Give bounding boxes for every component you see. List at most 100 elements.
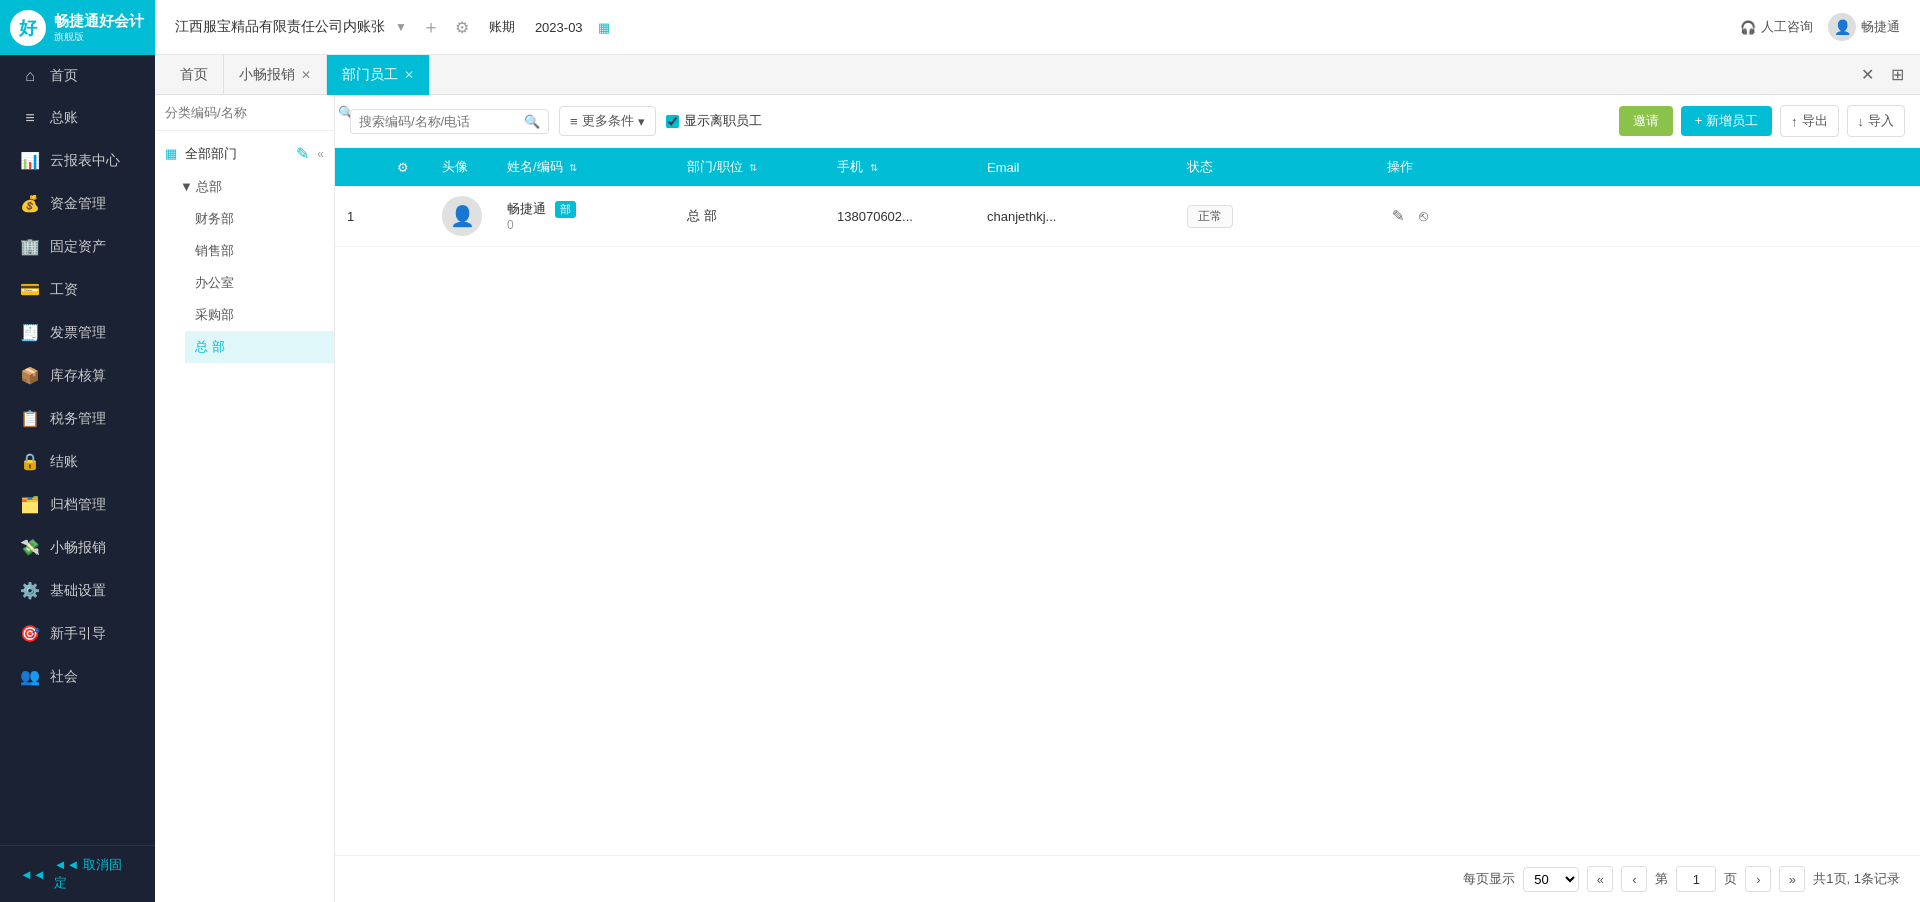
dept-node-label: 办公室 [195, 275, 234, 290]
add-employee-button[interactable]: + 新增员工 [1681, 106, 1772, 136]
edit-button[interactable]: ✎ [1387, 204, 1410, 228]
employee-tag: 部 [555, 201, 576, 218]
assets-icon: 🏢 [20, 237, 40, 256]
export-button[interactable]: ↑ 导出 [1780, 105, 1839, 137]
user-button[interactable]: 👤 畅捷通 [1828, 13, 1900, 41]
sidebar-item-label: 新手引导 [50, 625, 106, 643]
company-settings-icon[interactable]: ⚙ [455, 18, 469, 37]
sidebar-item-ledger[interactable]: ≡ 总账 [0, 97, 155, 139]
col-dept[interactable]: 部门/职位 ⇅ [675, 148, 825, 186]
prev-page-button[interactable]: ‹ [1621, 866, 1647, 892]
dept-node-general[interactable]: 总 部 [185, 331, 334, 363]
row-phone: 138070602... [825, 186, 975, 247]
settings-icon: ⚙️ [20, 581, 40, 600]
employee-code: 0 [507, 218, 663, 232]
calendar-icon[interactable]: ▦ [598, 20, 610, 35]
next-page-button[interactable]: › [1745, 866, 1771, 892]
per-page-select[interactable]: 50 100 200 [1523, 867, 1579, 892]
toolbar-right: 邀请 + 新增员工 ↑ 导出 ↓ 导入 [1619, 105, 1905, 137]
sidebar-item-funds[interactable]: 💰 资金管理 [0, 182, 155, 225]
support-button[interactable]: 🎧 人工咨询 [1740, 18, 1813, 36]
sidebar-item-more[interactable]: 👥 社会 [0, 655, 155, 698]
tab-home[interactable]: 首页 [165, 55, 224, 95]
show-resigned-checkbox[interactable] [666, 115, 679, 128]
row-num: 1 [335, 186, 385, 247]
first-page-button[interactable]: « [1587, 866, 1613, 892]
dept-node-sales[interactable]: 销售部 [185, 235, 334, 267]
tab-employees-close[interactable]: ✕ [404, 68, 414, 82]
sidebar-item-label: 发票管理 [50, 324, 106, 342]
col-phone[interactable]: 手机 ⇅ [825, 148, 975, 186]
logout-button[interactable]: ⎋ [1414, 204, 1433, 227]
inventory-icon: 📦 [20, 366, 40, 385]
import-button[interactable]: ↓ 导入 [1847, 105, 1906, 137]
sidebar-item-inventory[interactable]: 📦 库存核算 [0, 354, 155, 397]
sidebar-item-payroll[interactable]: 💳 工资 [0, 268, 155, 311]
sidebar-item-guide[interactable]: 🎯 新手引导 [0, 612, 155, 655]
home-icon: ⌂ [20, 67, 40, 85]
sidebar-item-label: 云报表中心 [50, 152, 120, 170]
filter-button[interactable]: ≡ 更多条件 ▾ [559, 106, 656, 136]
close-icon: 🔒 [20, 452, 40, 471]
company-dropdown-icon[interactable]: ▼ [395, 20, 407, 34]
sidebar-item-label: 总账 [50, 109, 78, 127]
sidebar-item-close[interactable]: 🔒 结账 [0, 440, 155, 483]
filter-label: 更多条件 [582, 112, 634, 130]
employee-table-container: ⚙ 头像 姓名/编码 ⇅ 部门/职位 ⇅ [335, 148, 1920, 855]
sidebar-item-assets[interactable]: 🏢 固定资产 [0, 225, 155, 268]
page-number-input[interactable] [1676, 866, 1716, 892]
sidebar-item-settings[interactable]: ⚙️ 基础设置 [0, 569, 155, 612]
tabbar-controls: ✕ ⊞ [1855, 62, 1920, 87]
col-name[interactable]: 姓名/编码 ⇅ [495, 148, 675, 186]
add-company-icon[interactable]: ＋ [422, 15, 440, 39]
sort-phone-icon: ⇅ [870, 162, 878, 173]
employee-name: 畅捷通 [507, 201, 546, 216]
dept-node-zongbu[interactable]: ▼ 总部 [170, 171, 334, 203]
sidebar-item-label: 基础设置 [50, 582, 106, 600]
col-email: Email [975, 148, 1175, 186]
sidebar-item-label: 小畅报销 [50, 539, 106, 557]
username-label: 畅捷通 [1861, 18, 1900, 36]
sidebar-item-reports[interactable]: 📊 云报表中心 [0, 139, 155, 182]
tab-expense-close[interactable]: ✕ [301, 68, 311, 82]
dept-node-purchase[interactable]: 采购部 [185, 299, 334, 331]
last-page-button[interactable]: » [1779, 866, 1805, 892]
sidebar: 好 畅捷通好会计 旗舰版 ⌂ 首页 ≡ 总账 📊 云报表中心 💰 资金管理 🏢 … [0, 0, 155, 902]
payroll-icon: 💳 [20, 280, 40, 299]
invite-button[interactable]: 邀请 [1619, 106, 1673, 136]
dept-search-input[interactable] [165, 105, 333, 120]
tab-expand-button[interactable]: ⊞ [1885, 62, 1910, 87]
dept-search-box: 🔍 [155, 95, 334, 131]
sort-name-icon: ⇅ [569, 162, 577, 173]
unpin-label: ◄◄ 取消固定 [54, 856, 135, 892]
period-label: 账期 [489, 18, 515, 36]
tab-employees[interactable]: 部门员工 ✕ [327, 55, 430, 95]
dept-edit-icon[interactable]: ✎ [296, 144, 309, 163]
dept-sub-children: 财务部 销售部 办公室 采购部 总 部 [170, 203, 334, 363]
all-dept-header[interactable]: ▦ 全部部门 ✎ « [155, 136, 334, 171]
dept-collapse-icon[interactable]: « [317, 147, 324, 161]
sidebar-item-tax[interactable]: 📋 税务管理 [0, 397, 155, 440]
employee-search-input[interactable] [359, 114, 519, 129]
search-icon[interactable]: 🔍 [524, 114, 540, 129]
show-resigned-label[interactable]: 显示离职员工 [666, 112, 762, 130]
tabbar: 首页 小畅报销 ✕ 部门员工 ✕ ✕ ⊞ [155, 55, 1920, 95]
tab-expense[interactable]: 小畅报销 ✕ [224, 55, 327, 95]
col-settings[interactable]: ⚙ [385, 148, 430, 186]
avatar: 👤 [442, 196, 482, 236]
tab-close-all-button[interactable]: ✕ [1855, 62, 1880, 87]
show-resigned-text: 显示离职员工 [684, 112, 762, 130]
dept-node-label: 总 部 [195, 339, 225, 354]
unpin-button[interactable]: ◄◄ ◄◄ 取消固定 [0, 845, 155, 902]
row-dept: 总 部 [675, 186, 825, 247]
table-row: 1 👤 畅捷通 部 0 [335, 186, 1920, 247]
avatar: 👤 [1828, 13, 1856, 41]
sidebar-item-archive[interactable]: 🗂️ 归档管理 [0, 483, 155, 526]
filter-arrow-icon: ▾ [638, 114, 645, 129]
sidebar-item-invoice[interactable]: 🧾 发票管理 [0, 311, 155, 354]
sidebar-item-home[interactable]: ⌂ 首页 [0, 55, 155, 97]
sidebar-item-expense[interactable]: 💸 小畅报销 [0, 526, 155, 569]
dept-node-office[interactable]: 办公室 [185, 267, 334, 299]
logo-icon: 好 [10, 10, 46, 46]
dept-node-finance[interactable]: 财务部 [185, 203, 334, 235]
